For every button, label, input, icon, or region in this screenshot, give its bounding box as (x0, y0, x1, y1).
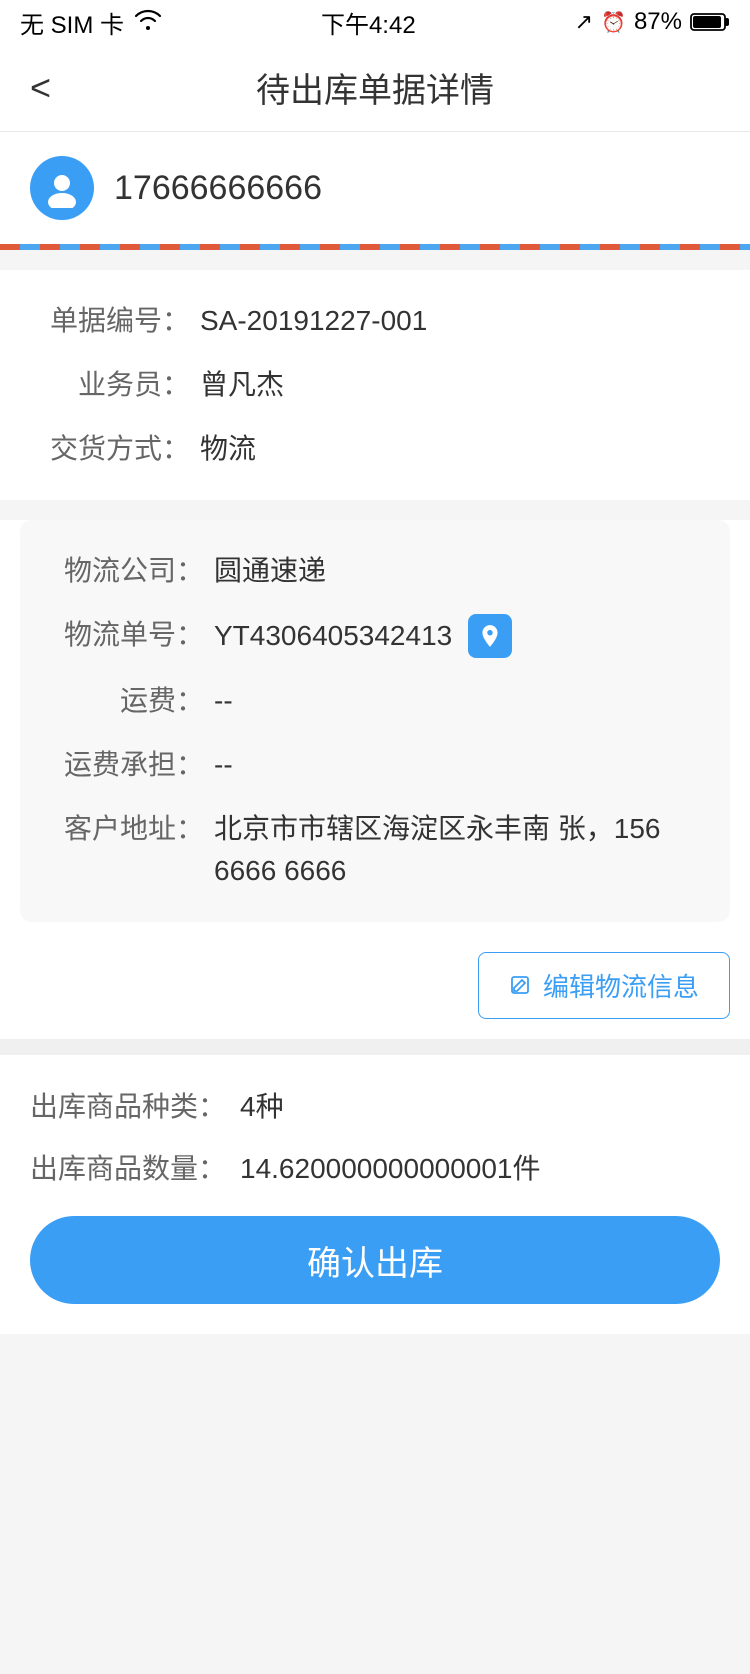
logistics-address-label: 客户地址： (44, 808, 204, 850)
logistics-card: 物流公司： 圆通速递 物流单号： YT4306405342413 运费： -- … (20, 520, 730, 922)
product-type-row: 出库商品种类： 4种 (30, 1085, 720, 1125)
location-icon: ↗ (575, 9, 593, 35)
confirm-button-label: 确认出库 (307, 1236, 443, 1285)
status-left: 无 SIM 卡 (20, 5, 162, 40)
order-no-label: 单据编号： (30, 300, 190, 342)
sales-person-label: 业务员： (30, 364, 190, 406)
page-title: 待出库单据详情 (256, 63, 494, 112)
edit-logistics-label: 编辑物流信息 (543, 967, 699, 1004)
dashed-divider (0, 244, 750, 250)
status-right: ↗ ⏰ 87% (575, 8, 730, 36)
alarm-icon: ⏰ (601, 10, 626, 35)
logistics-company-row: 物流公司： 圆通速递 (44, 550, 706, 592)
logistics-freight-bearer-row: 运费承担： -- (44, 744, 706, 786)
section-divider (0, 1039, 750, 1055)
edit-logistics-button-wrap: 编辑物流信息 (0, 942, 750, 1039)
logistics-address-row: 客户地址： 北京市市辖区海淀区永丰南 张，156 6666 6666 (44, 808, 706, 892)
order-no-row: 单据编号： SA-20191227-001 (30, 300, 720, 342)
logistics-freight-label: 运费： (44, 680, 204, 722)
battery-label: 87% (634, 8, 682, 36)
edit-logistics-button[interactable]: 编辑物流信息 (478, 952, 730, 1019)
battery-icon (690, 11, 730, 33)
avatar (30, 156, 94, 220)
logistics-company-value: 圆通速递 (214, 550, 706, 592)
logistics-address-value: 北京市市辖区海淀区永丰南 张，156 6666 6666 (214, 808, 706, 892)
product-quantity-value: 14.620000000000001件 (240, 1147, 541, 1187)
confirm-button[interactable]: 确认出库 (30, 1216, 720, 1304)
confirm-button-wrap: 确认出库 (0, 1196, 750, 1334)
product-info-section: 出库商品种类： 4种 出库商品数量： 14.620000000000001件 (0, 1055, 750, 1217)
delivery-method-row: 交货方式： 物流 (30, 428, 720, 470)
status-bar: 无 SIM 卡 下午4:42 ↗ ⏰ 87% (0, 0, 750, 44)
logistics-tracking-label: 物流单号： (44, 614, 204, 656)
logistics-tracking-value: YT4306405342413 (214, 614, 706, 658)
logistics-freight-bearer-value: -- (214, 744, 706, 786)
logistics-freight-row: 运费： -- (44, 680, 706, 722)
logistics-freight-bearer-label: 运费承担： (44, 744, 204, 786)
product-quantity-label: 出库商品数量： (30, 1147, 230, 1187)
tracking-location-button[interactable] (468, 614, 512, 658)
status-time: 下午4:42 (321, 5, 416, 40)
carrier-label: 无 SIM 卡 (20, 5, 124, 40)
product-type-label: 出库商品种类： (30, 1085, 230, 1125)
sales-person-row: 业务员： 曾凡杰 (30, 364, 720, 406)
product-quantity-row: 出库商品数量： 14.620000000000001件 (30, 1147, 720, 1187)
delivery-method-label: 交货方式： (30, 428, 190, 470)
logistics-freight-value: -- (214, 680, 706, 722)
delivery-method-value: 物流 (200, 428, 720, 470)
wifi-icon (134, 8, 162, 37)
product-type-value: 4种 (240, 1085, 284, 1125)
logistics-tracking-row: 物流单号： YT4306405342413 (44, 614, 706, 658)
bottom-spacer (0, 1314, 750, 1514)
sales-person-value: 曾凡杰 (200, 364, 720, 406)
order-info-section: 单据编号： SA-20191227-001 业务员： 曾凡杰 交货方式： 物流 (0, 270, 750, 500)
logistics-company-label: 物流公司： (44, 550, 204, 592)
nav-bar: < 待出库单据详情 (0, 44, 750, 132)
back-button[interactable]: < (20, 57, 61, 119)
customer-phone-row: 17666666666 (0, 132, 750, 244)
order-no-value: SA-20191227-001 (200, 300, 720, 342)
customer-phone: 17666666666 (114, 169, 322, 208)
